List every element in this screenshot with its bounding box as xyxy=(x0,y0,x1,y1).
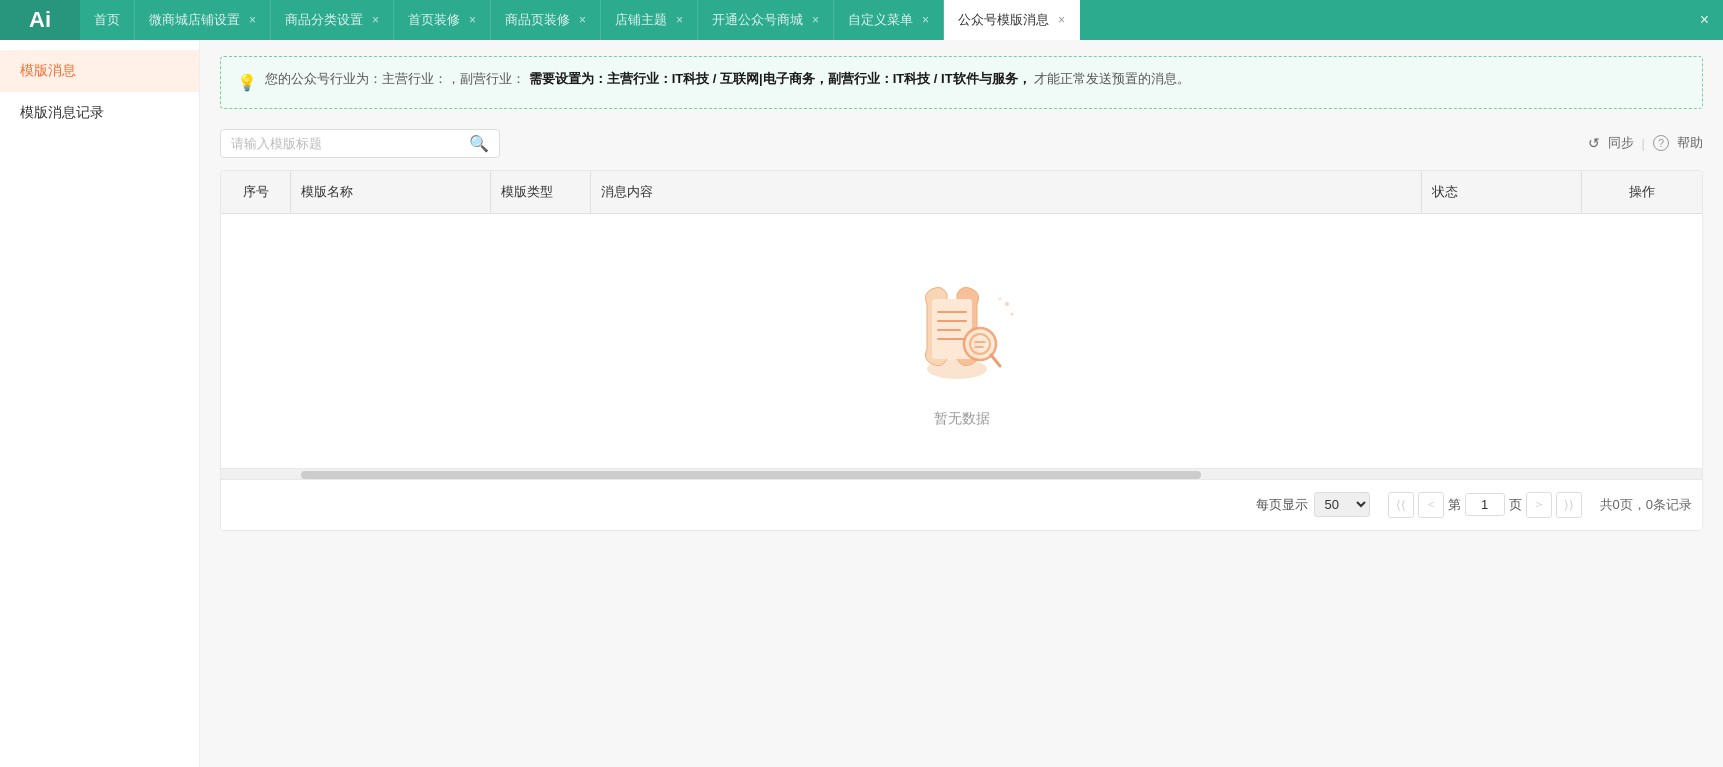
search-input[interactable] xyxy=(221,130,459,157)
last-page-button[interactable]: ⟩⟩ xyxy=(1556,492,1582,518)
tab-close-product-page[interactable]: × xyxy=(579,13,586,27)
tab-close-store-theme[interactable]: × xyxy=(676,13,683,27)
sync-button[interactable]: 同步 xyxy=(1608,134,1634,152)
content-area: 💡 您的公众号行业为：主营行业：，副营行业： 需要设置为：主营行业：IT科技 /… xyxy=(200,40,1723,767)
next-page-button[interactable]: ＞ xyxy=(1526,492,1552,518)
tab-close-micro-store[interactable]: × xyxy=(249,13,256,27)
tab-close-homepage[interactable]: × xyxy=(469,13,476,27)
pagination: 每页显示 102050100 ⟨⟨ ＜ 第 页 ＞ ⟩⟩ 共0页 xyxy=(221,480,1702,530)
page-suffix: 页 xyxy=(1509,496,1522,514)
svg-point-11 xyxy=(1005,302,1009,306)
bulb-icon: 💡 xyxy=(237,70,257,96)
sync-help-area: ↺ 同步 | ? 帮助 xyxy=(1588,134,1703,152)
search-button[interactable]: 🔍 xyxy=(459,134,499,153)
help-button[interactable]: 帮助 xyxy=(1677,134,1703,152)
table-header: 序号 模版名称 模版类型 消息内容 状态 操作 xyxy=(221,171,1702,214)
notice-text: 您的公众号行业为：主营行业：，副营行业： 需要设置为：主营行业：IT科技 / 互… xyxy=(265,69,1190,90)
table-wrap: 序号 模版名称 模版类型 消息内容 状态 操作 xyxy=(220,170,1703,531)
main-layout: 模版消息模版消息记录 💡 您的公众号行业为：主营行业：，副营行业： 需要设置为：… xyxy=(0,40,1723,767)
notice-highlight: 需要设置为：主营行业：IT科技 / 互联网|电子商务，副营行业：IT科技 / I… xyxy=(529,71,1031,86)
scrollbar-thumb[interactable] xyxy=(301,471,1201,479)
sync-icon: ↺ xyxy=(1588,135,1600,151)
notice-box: 💡 您的公众号行业为：主营行业：，副营行业： 需要设置为：主营行业：IT科技 /… xyxy=(220,56,1703,109)
page-label: 第 xyxy=(1448,496,1461,514)
col-header-name: 模版名称 xyxy=(291,171,491,213)
page-size-dropdown[interactable]: 102050100 xyxy=(1314,492,1370,517)
tab-close-open-mall[interactable]: × xyxy=(812,13,819,27)
tab-custom-menu[interactable]: 自定义菜单× xyxy=(834,0,944,40)
tab-store-theme[interactable]: 店铺主题× xyxy=(601,0,698,40)
tab-product-page[interactable]: 商品页装修× xyxy=(491,0,601,40)
empty-state: 暂无数据 xyxy=(221,214,1702,468)
col-header-content: 消息内容 xyxy=(591,171,1422,213)
page-nav: ⟨⟨ ＜ 第 页 ＞ ⟩⟩ xyxy=(1388,492,1582,518)
tab-close-custom-menu[interactable]: × xyxy=(922,13,929,27)
col-header-status: 状态 xyxy=(1422,171,1582,213)
col-header-seq: 序号 xyxy=(221,171,291,213)
page-number-input[interactable] xyxy=(1465,493,1505,516)
tab-homepage[interactable]: 首页装修× xyxy=(394,0,491,40)
close-all-button[interactable]: × xyxy=(1686,0,1723,40)
top-nav: Ai 首页微商城店铺设置×商品分类设置×首页装修×商品页装修×店铺主题×开通公众… xyxy=(0,0,1723,40)
page-input-group: 第 页 xyxy=(1448,493,1522,516)
tab-micro-store[interactable]: 微商城店铺设置× xyxy=(135,0,271,40)
search-row: 🔍 ↺ 同步 | ? 帮助 xyxy=(220,129,1703,158)
col-header-action: 操作 xyxy=(1582,171,1702,213)
tab-category[interactable]: 商品分类设置× xyxy=(271,0,394,40)
page-size-select: 每页显示 102050100 xyxy=(1256,492,1370,517)
logo-text: Ai xyxy=(29,7,51,33)
logo: Ai xyxy=(0,0,80,40)
svg-point-12 xyxy=(1010,312,1013,315)
svg-point-13 xyxy=(998,297,1001,300)
first-page-button[interactable]: ⟨⟨ xyxy=(1388,492,1414,518)
tab-close-category[interactable]: × xyxy=(372,13,379,27)
sidebar-item-template-record[interactable]: 模版消息记录 xyxy=(0,92,199,134)
tab-home[interactable]: 首页 xyxy=(80,0,135,40)
tab-list: 首页微商城店铺设置×商品分类设置×首页装修×商品页装修×店铺主题×开通公众号商城… xyxy=(80,0,1686,40)
total-info: 共0页，0条记录 xyxy=(1600,496,1692,514)
notice-before: 您的公众号行业为：主营行业：，副营行业： xyxy=(265,71,525,86)
tab-close-template-msg[interactable]: × xyxy=(1058,13,1065,27)
tab-open-mall[interactable]: 开通公众号商城× xyxy=(698,0,834,40)
help-icon: ? xyxy=(1653,135,1669,151)
sidebar: 模版消息模版消息记录 xyxy=(0,40,200,767)
empty-text: 暂无数据 xyxy=(934,410,990,428)
col-header-type: 模版类型 xyxy=(491,171,591,213)
empty-illustration xyxy=(902,274,1022,394)
horizontal-scrollbar[interactable] xyxy=(221,468,1702,480)
svg-line-8 xyxy=(991,355,1000,366)
divider: | xyxy=(1642,136,1645,151)
tab-template-msg[interactable]: 公众号模版消息× xyxy=(944,0,1080,40)
prev-page-button[interactable]: ＜ xyxy=(1418,492,1444,518)
sidebar-item-template-msg[interactable]: 模版消息 xyxy=(0,50,199,92)
page-size-label: 每页显示 xyxy=(1256,496,1308,514)
notice-after: 才能正常发送预置的消息。 xyxy=(1034,71,1190,86)
search-input-wrap: 🔍 xyxy=(220,129,500,158)
